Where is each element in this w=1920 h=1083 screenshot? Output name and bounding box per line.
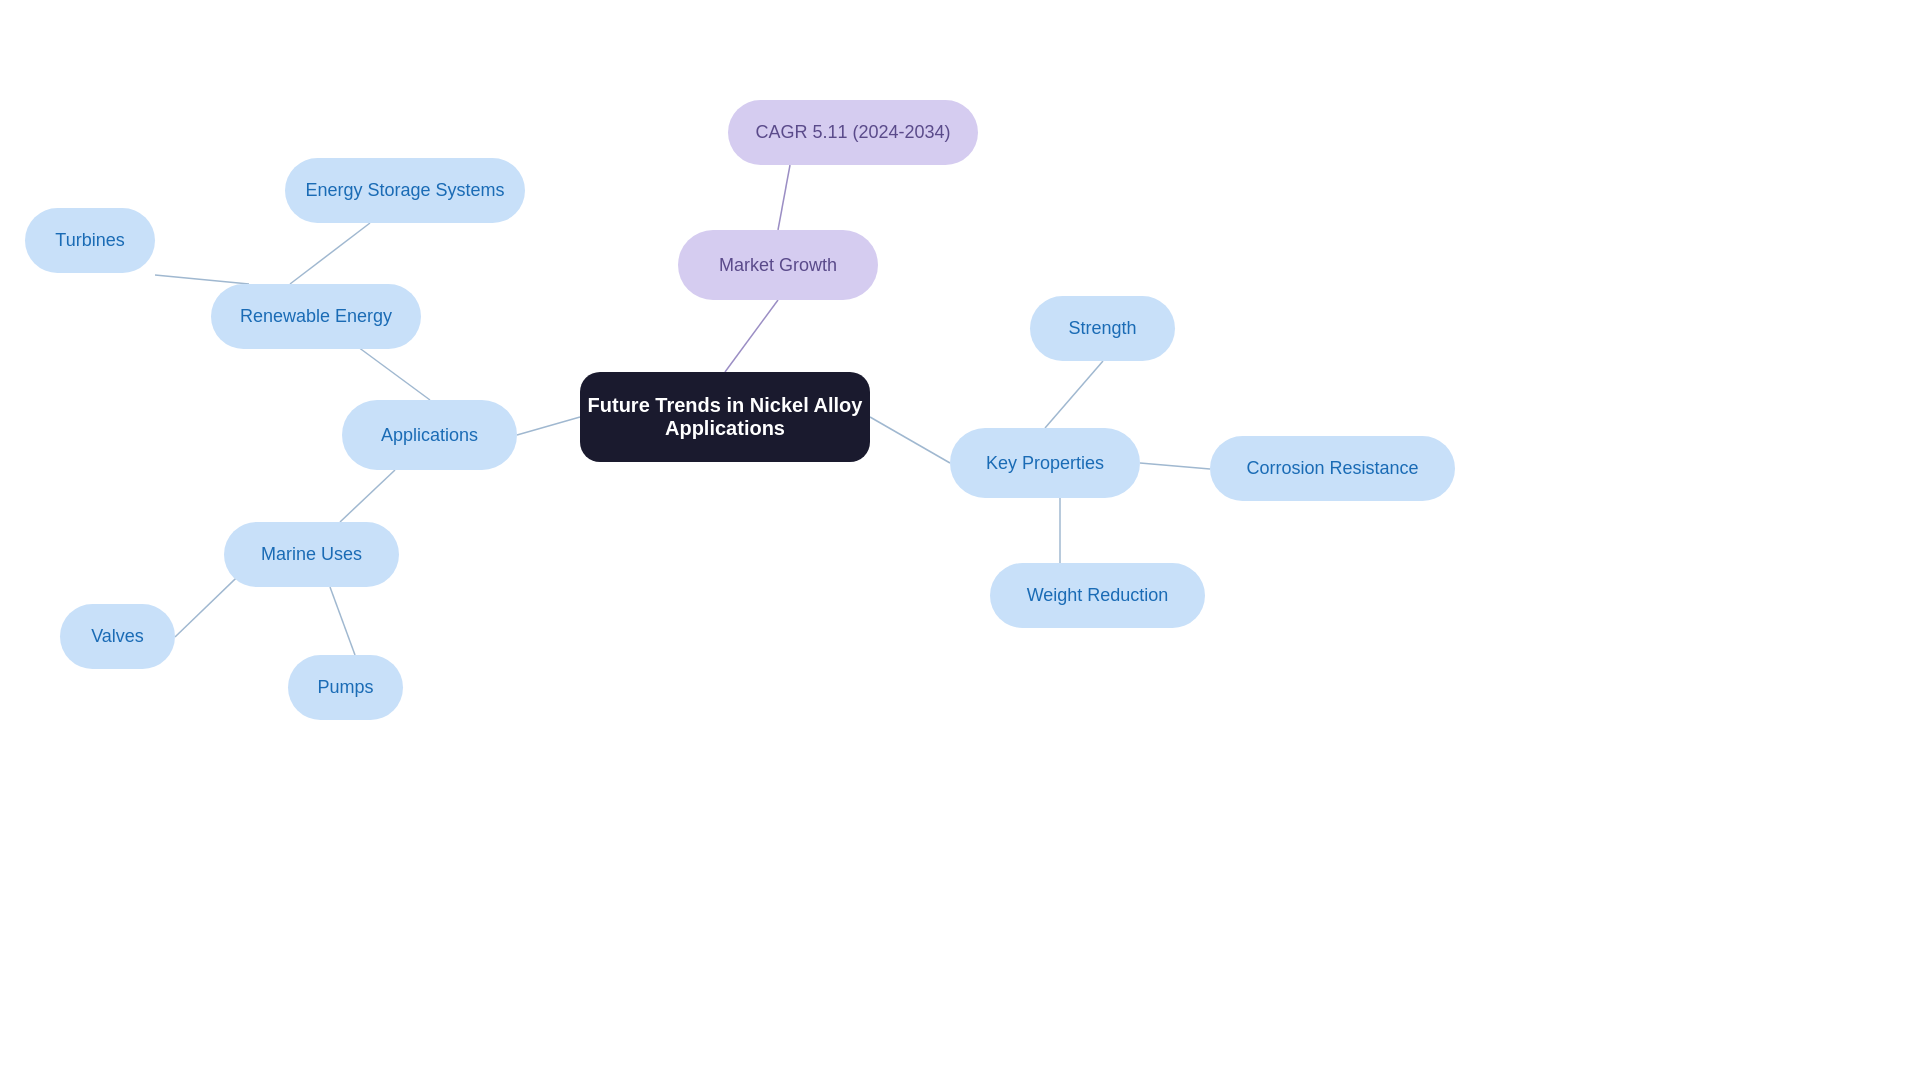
- cagr-label: CAGR 5.11 (2024-2034): [755, 122, 950, 143]
- svg-line-10: [1045, 361, 1103, 428]
- svg-line-9: [870, 417, 950, 463]
- svg-line-4: [340, 470, 395, 522]
- renewable-energy-node[interactable]: Renewable Energy: [211, 284, 421, 349]
- center-label: Future Trends in Nickel Alloy Applicatio…: [588, 394, 863, 440]
- marine-uses-node[interactable]: Marine Uses: [224, 522, 399, 587]
- svg-line-3: [155, 275, 249, 284]
- energy-storage-node[interactable]: Energy Storage Systems: [285, 158, 525, 223]
- valves-node[interactable]: Valves: [60, 604, 175, 669]
- valves-label: Valves: [91, 626, 144, 647]
- pumps-node[interactable]: Pumps: [288, 655, 403, 720]
- svg-line-2: [290, 223, 370, 284]
- svg-line-6: [330, 587, 355, 655]
- center-node[interactable]: Future Trends in Nickel Alloy Applicatio…: [580, 372, 870, 462]
- marine-label: Marine Uses: [261, 544, 362, 565]
- turbines-label: Turbines: [55, 230, 124, 251]
- energy-storage-label: Energy Storage Systems: [305, 180, 504, 201]
- svg-line-0: [517, 417, 580, 435]
- strength-node[interactable]: Strength: [1030, 296, 1175, 361]
- cagr-node[interactable]: CAGR 5.11 (2024-2034): [728, 100, 978, 165]
- corrosion-label: Corrosion Resistance: [1246, 458, 1418, 479]
- svg-line-8: [778, 165, 790, 230]
- corrosion-resistance-node[interactable]: Corrosion Resistance: [1210, 436, 1455, 501]
- weight-reduction-label: Weight Reduction: [1027, 585, 1169, 606]
- renewable-label: Renewable Energy: [240, 306, 392, 327]
- turbines-node[interactable]: Turbines: [25, 208, 155, 273]
- key-properties-node[interactable]: Key Properties: [950, 428, 1140, 498]
- market-growth-label: Market Growth: [719, 255, 837, 276]
- key-properties-label: Key Properties: [986, 453, 1104, 474]
- svg-line-7: [725, 300, 778, 372]
- pumps-label: Pumps: [317, 677, 373, 698]
- market-growth-node[interactable]: Market Growth: [678, 230, 878, 300]
- applications-node[interactable]: Applications: [342, 400, 517, 470]
- weight-reduction-node[interactable]: Weight Reduction: [990, 563, 1205, 628]
- strength-label: Strength: [1068, 318, 1136, 339]
- applications-label: Applications: [381, 425, 478, 446]
- svg-line-11: [1140, 463, 1210, 469]
